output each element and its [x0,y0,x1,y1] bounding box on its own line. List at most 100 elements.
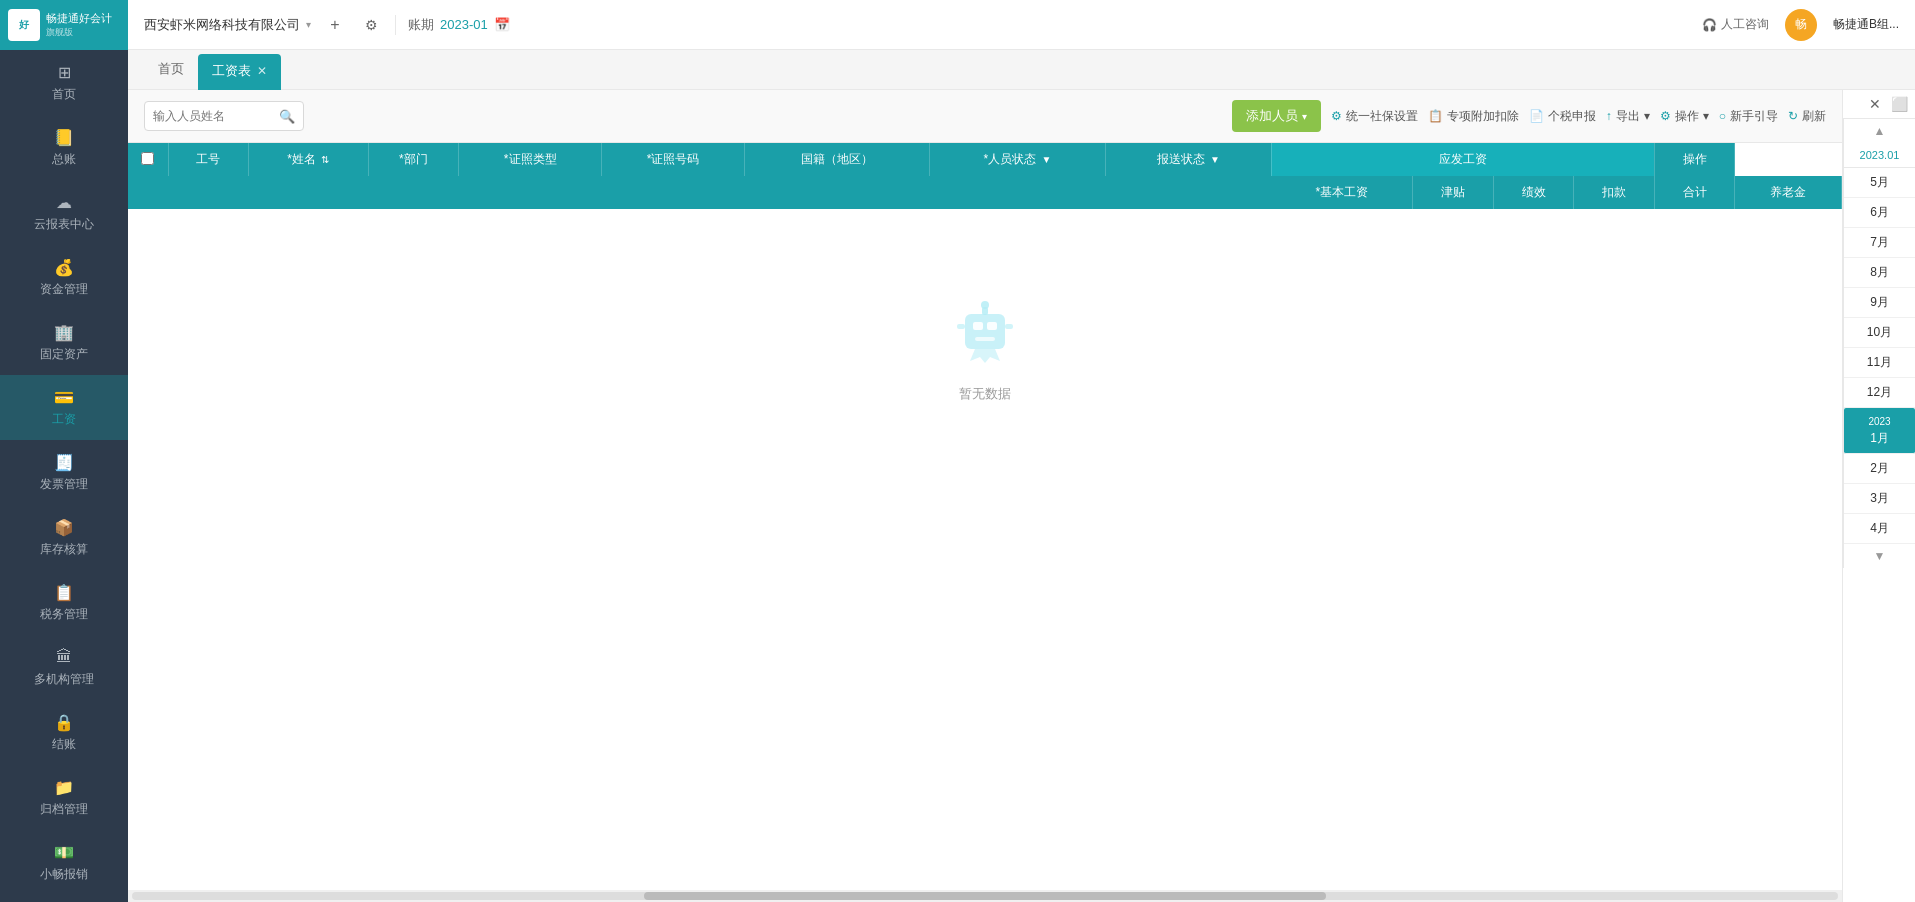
sidebar-item-label: 库存核算 [40,541,88,558]
calendar-icon[interactable]: 📅 [494,17,510,32]
sidebar-item-fixed-assets[interactable]: 🏢 固定资产 [0,310,128,375]
social-security-label: 统一社保设置 [1346,108,1418,125]
refresh-action[interactable]: ↻ 刷新 [1788,108,1826,125]
tax-icon: 📋 [54,582,74,602]
month-item-2023-01[interactable]: 2023 1月 [1844,408,1915,454]
sidebar-item-fund[interactable]: 💰 资金管理 [0,245,128,310]
month-list: ▲ 2023.01 5月 6月 7月 8月 9月 10月 11月 12月 202… [1843,119,1915,568]
service-label: 人工咨询 [1721,16,1769,33]
search-input[interactable] [153,109,273,123]
user-name[interactable]: 畅捷通B组... [1833,16,1899,33]
empty-state: 暂无数据 [128,209,1842,483]
company-selector[interactable]: 西安虾米网络科技有限公司 ▾ [144,16,311,34]
col-employee-id: 工号 [168,143,248,176]
topbar-divider [395,15,396,35]
sidebar-item-multi-org[interactable]: 🏛 多机构管理 [0,635,128,700]
sidebar-item-archive[interactable]: 📁 归档管理 [0,765,128,830]
month-item-2022-07[interactable]: 7月 [1844,228,1915,258]
refresh-icon: ↻ [1788,109,1798,123]
month-item-2022-08[interactable]: 8月 [1844,258,1915,288]
archive-icon: 📁 [54,777,74,797]
sidebar-item-label: 资金管理 [40,281,88,298]
period-label: 账期 [408,16,434,34]
logo-icon: 好 [8,9,40,41]
tab-close-icon[interactable]: ✕ [257,64,267,78]
user-avatar: 畅 [1785,9,1817,41]
filter-icon: ▼ [1210,154,1220,165]
sidebar-item-label: 结账 [52,736,76,753]
special-deduct-icon: 📋 [1428,109,1443,123]
month-item-2022-12[interactable]: 12月 [1844,378,1915,408]
personal-tax-label: 个税申报 [1548,108,1596,125]
month-item-2022-05[interactable]: 5月 [1844,168,1915,198]
service-button[interactable]: 🎧 人工咨询 [1702,16,1769,33]
sidebar-nav: ⊞ 首页 📒 总账 ☁ 云报表中心 💰 资金管理 🏢 固定资产 💳 工资 🧾 发… [0,50,128,902]
panel-expand-button[interactable]: ⬜ [1889,94,1909,114]
month-item-2022-10[interactable]: 10月 [1844,318,1915,348]
current-period-label: 2023.01 [1844,143,1915,168]
col-name[interactable]: *姓名 ⇅ [248,143,368,176]
sidebar-item-cloud-report[interactable]: ☁ 云报表中心 [0,180,128,245]
svg-rect-6 [957,324,965,329]
social-security-icon: ⚙ [1331,109,1342,123]
month-item-2023-03[interactable]: 3月 [1844,484,1915,514]
sidebar-item-invoice[interactable]: 🧾 发票管理 [0,440,128,505]
tab-home[interactable]: 首页 [144,50,198,90]
operations-label: 操作 [1675,108,1699,125]
personal-tax-action[interactable]: 📄 个税申报 [1529,108,1596,125]
fixed-assets-icon: 🏢 [54,322,74,342]
app-logo: 好 畅捷通好会计 旗舰版 [0,0,128,50]
col-report-status[interactable]: 报送状态 ▼ [1105,143,1271,176]
special-deduct-action[interactable]: 📋 专项附加扣除 [1428,108,1519,125]
sidebar-item-label: 首页 [52,86,76,103]
month-scroll-down-button[interactable]: ▼ [1844,544,1915,568]
empty-illustration [945,289,1025,369]
year-badge: 2023 [1864,415,1894,428]
sidebar-item-label: 小畅报销 [40,866,88,883]
month-scroll-up-button[interactable]: ▲ [1844,119,1915,143]
svg-rect-3 [975,337,995,341]
company-settings-button[interactable]: ⚙ [359,13,383,37]
sidebar-item-home[interactable]: ⊞ 首页 [0,50,128,115]
col-status[interactable]: *人员状态 ▼ [929,143,1105,176]
sidebar-item-label: 多机构管理 [34,671,94,688]
col-checkbox[interactable] [128,143,168,176]
sidebar-item-label: 云报表中心 [34,216,94,233]
export-label: 导出 [1616,108,1640,125]
month-item-2023-02[interactable]: 2月 [1844,454,1915,484]
add-people-button[interactable]: 添加人员 ▾ [1232,100,1321,132]
select-all-checkbox[interactable] [141,152,154,165]
sidebar-item-inventory[interactable]: 📦 库存核算 [0,505,128,570]
salary-icon: 💳 [54,387,74,407]
search-wrap[interactable]: 🔍 [144,101,304,131]
add-company-button[interactable]: + [323,13,347,37]
sidebar-item-close[interactable]: 🔒 结账 [0,700,128,765]
month-item-2022-11[interactable]: 11月 [1844,348,1915,378]
month-item-2022-06[interactable]: 6月 [1844,198,1915,228]
social-security-action[interactable]: ⚙ 统一社保设置 [1331,108,1418,125]
sidebar-item-salary[interactable]: 💳 工资 [0,375,128,440]
guide-action[interactable]: ○ 新手引导 [1719,108,1778,125]
app-edition: 旗舰版 [46,26,112,39]
close-period-icon: 🔒 [54,712,74,732]
app-name: 畅捷通好会计 [46,11,112,25]
col-deduction: 扣款 [1574,176,1654,209]
col-actions: 操作 [1654,143,1734,176]
sidebar-item-label: 税务管理 [40,606,88,623]
sidebar-item-tax[interactable]: 📋 税务管理 [0,570,128,635]
sidebar-item-expense[interactable]: 💵 小畅报销 [0,830,128,895]
chevron-down-icon: ▾ [306,19,311,30]
month-item-2022-09[interactable]: 9月 [1844,288,1915,318]
sidebar-item-ledger[interactable]: 📒 总账 [0,115,128,180]
tab-salary-table[interactable]: 工资表 ✕ [198,54,281,90]
operations-action[interactable]: ⚙ 操作 ▾ [1660,108,1709,125]
salary-table: 工号 *姓名 ⇅ *部门 *证照类型 *证照号码 国籍（地区） *人员状态 [128,143,1842,483]
month-item-2023-04[interactable]: 4月 [1844,514,1915,544]
sidebar-item-settings[interactable]: ⚙ 基础设置 [0,895,128,902]
export-action[interactable]: ↑ 导出 ▾ [1606,108,1650,125]
guide-label: 新手引导 [1730,108,1778,125]
table-scrollbar[interactable] [128,890,1842,902]
panel-close-button[interactable]: ✕ [1865,94,1885,114]
export-arrow-icon: ▾ [1644,109,1650,123]
guide-icon: ○ [1719,109,1726,123]
